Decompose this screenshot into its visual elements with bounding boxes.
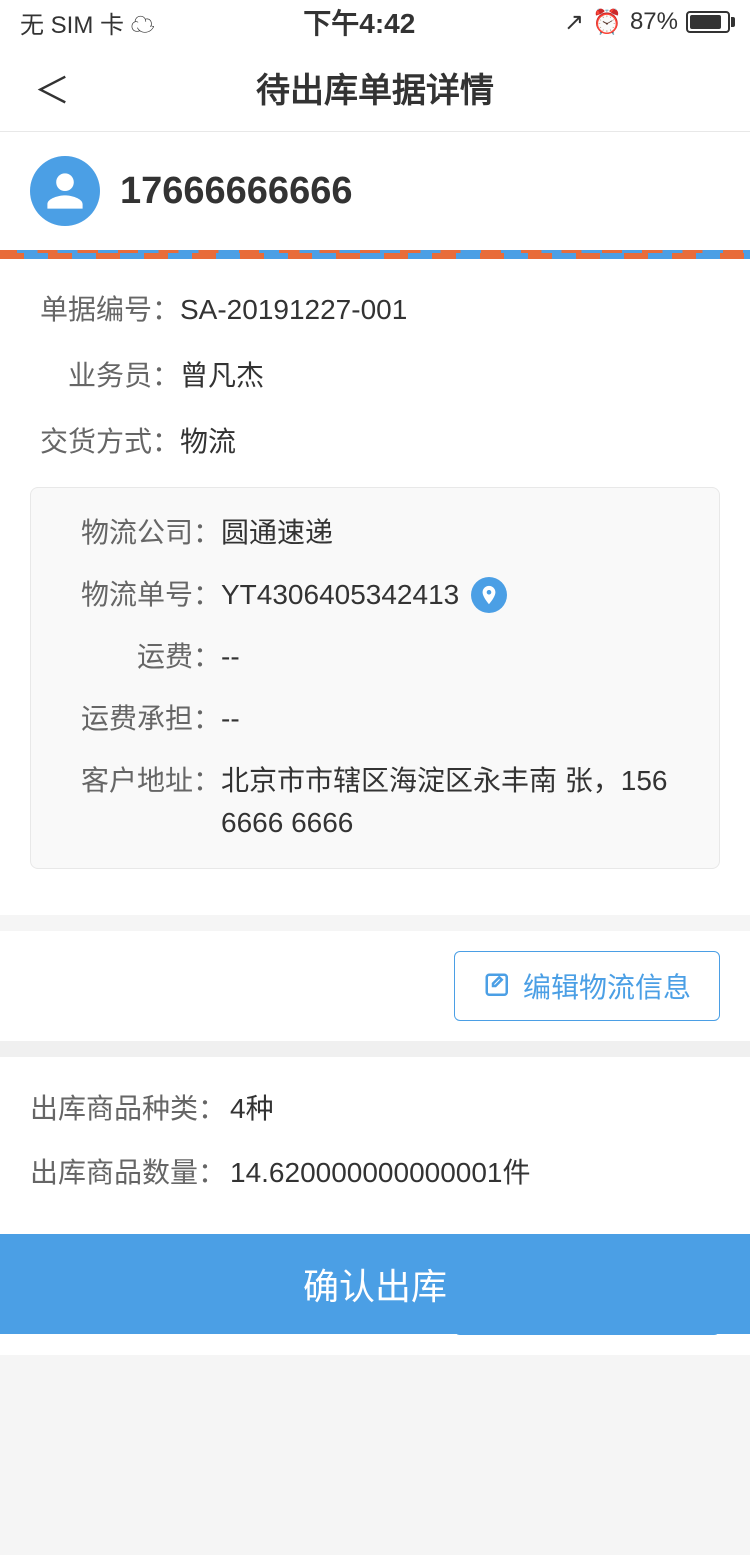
goods-quantity-value: 14.620000000000001件 — [230, 1151, 531, 1191]
location-status-icon: ↗ — [564, 8, 584, 37]
goods-type-row: 出库商品种类： 4种 — [30, 1087, 720, 1127]
logistics-tracking-value: YT4306405342413 — [221, 574, 689, 616]
delivery-row: 交货方式： 物流 — [30, 421, 720, 463]
delivery-label: 交货方式： — [30, 421, 180, 463]
order-info-section: 单据编号： SA-20191227-001 业务员： 曾凡杰 交货方式： 物流 … — [0, 259, 750, 915]
status-left: 无 SIM 卡 ☁ — [20, 5, 155, 40]
bottom-spacer — [0, 1355, 750, 1455]
status-bar: 无 SIM 卡 ☁ 下午4:42 ↗ ⏰ 87% — [0, 0, 750, 44]
user-icon — [43, 169, 87, 213]
logistics-tracking-row: 物流单号： YT4306405342413 — [61, 574, 689, 616]
map-pin-icon — [478, 584, 500, 606]
salesperson-row: 业务员： 曾凡杰 — [30, 355, 720, 397]
edit-btn-row: 编辑物流信息 — [0, 931, 750, 1041]
logistics-card: 物流公司： 圆通速递 物流单号： YT4306405342413 运费： -- — [30, 487, 720, 869]
status-time: 下午4:42 — [303, 2, 415, 42]
nav-bar: ＜ 待出库单据详情 — [0, 44, 750, 132]
logistics-freight-bearer-row: 运费承担： -- — [61, 698, 689, 740]
battery-icon — [686, 11, 730, 33]
logistics-address-row: 客户地址： 北京市市辖区海淀区永丰南 张，156 6666 6666 — [61, 760, 689, 844]
status-right: ↗ ⏰ 87% — [564, 8, 730, 37]
goods-section: 出库商品种类： 4种 出库商品数量： 14.620000000000001件 — [0, 1057, 750, 1245]
confirm-label: 确认出库 — [303, 1258, 447, 1310]
order-no-row: 单据编号： SA-20191227-001 — [30, 289, 720, 331]
logistics-freight-row: 运费： -- — [61, 636, 689, 678]
edit-logistics-button[interactable]: 编辑物流信息 — [454, 951, 720, 1021]
logistics-address-label: 客户地址： — [61, 760, 221, 802]
logistics-company-label: 物流公司： — [61, 512, 221, 554]
order-no-label: 单据编号： — [30, 289, 180, 331]
goods-type-value: 4种 — [230, 1087, 274, 1127]
logistics-freight-bearer-value: -- — [221, 698, 689, 740]
page-title: 待出库单据详情 — [256, 63, 494, 112]
edit-logistics-label: 编辑物流信息 — [523, 966, 691, 1006]
logistics-freight-label: 运费： — [61, 636, 221, 678]
order-no-value: SA-20191227-001 — [180, 289, 720, 331]
sim-status: 无 SIM 卡 ☁ — [20, 5, 155, 40]
battery-percent: 87% — [630, 8, 678, 36]
salesperson-value: 曾凡杰 — [180, 355, 720, 397]
delivery-value: 物流 — [180, 421, 720, 463]
confirm-button[interactable]: 确认出库 — [0, 1234, 750, 1334]
tracking-location-icon[interactable] — [471, 577, 507, 613]
goods-type-label: 出库商品种类： — [30, 1087, 230, 1127]
logistics-address-value: 北京市市辖区海淀区永丰南 张，156 6666 6666 — [221, 760, 689, 844]
logistics-tracking-label: 物流单号： — [61, 574, 221, 616]
avatar — [30, 156, 100, 226]
goods-quantity-label: 出库商品数量： — [30, 1151, 230, 1191]
logistics-company-row: 物流公司： 圆通速递 — [61, 512, 689, 554]
back-button[interactable]: ＜ — [24, 52, 80, 124]
logistics-freight-bearer-label: 运费承担： — [61, 698, 221, 740]
logistics-company-value: 圆通速递 — [221, 512, 689, 554]
edit-icon — [483, 971, 513, 1001]
logistics-freight-value: -- — [221, 636, 689, 678]
alarm-icon: ⏰ — [592, 8, 622, 37]
goods-quantity-row: 出库商品数量： 14.620000000000001件 — [30, 1151, 720, 1191]
salesperson-label: 业务员： — [30, 355, 180, 397]
customer-phone: 17666666666 — [120, 170, 352, 213]
section-separator — [0, 1041, 750, 1057]
customer-header: 17666666666 — [0, 132, 750, 253]
